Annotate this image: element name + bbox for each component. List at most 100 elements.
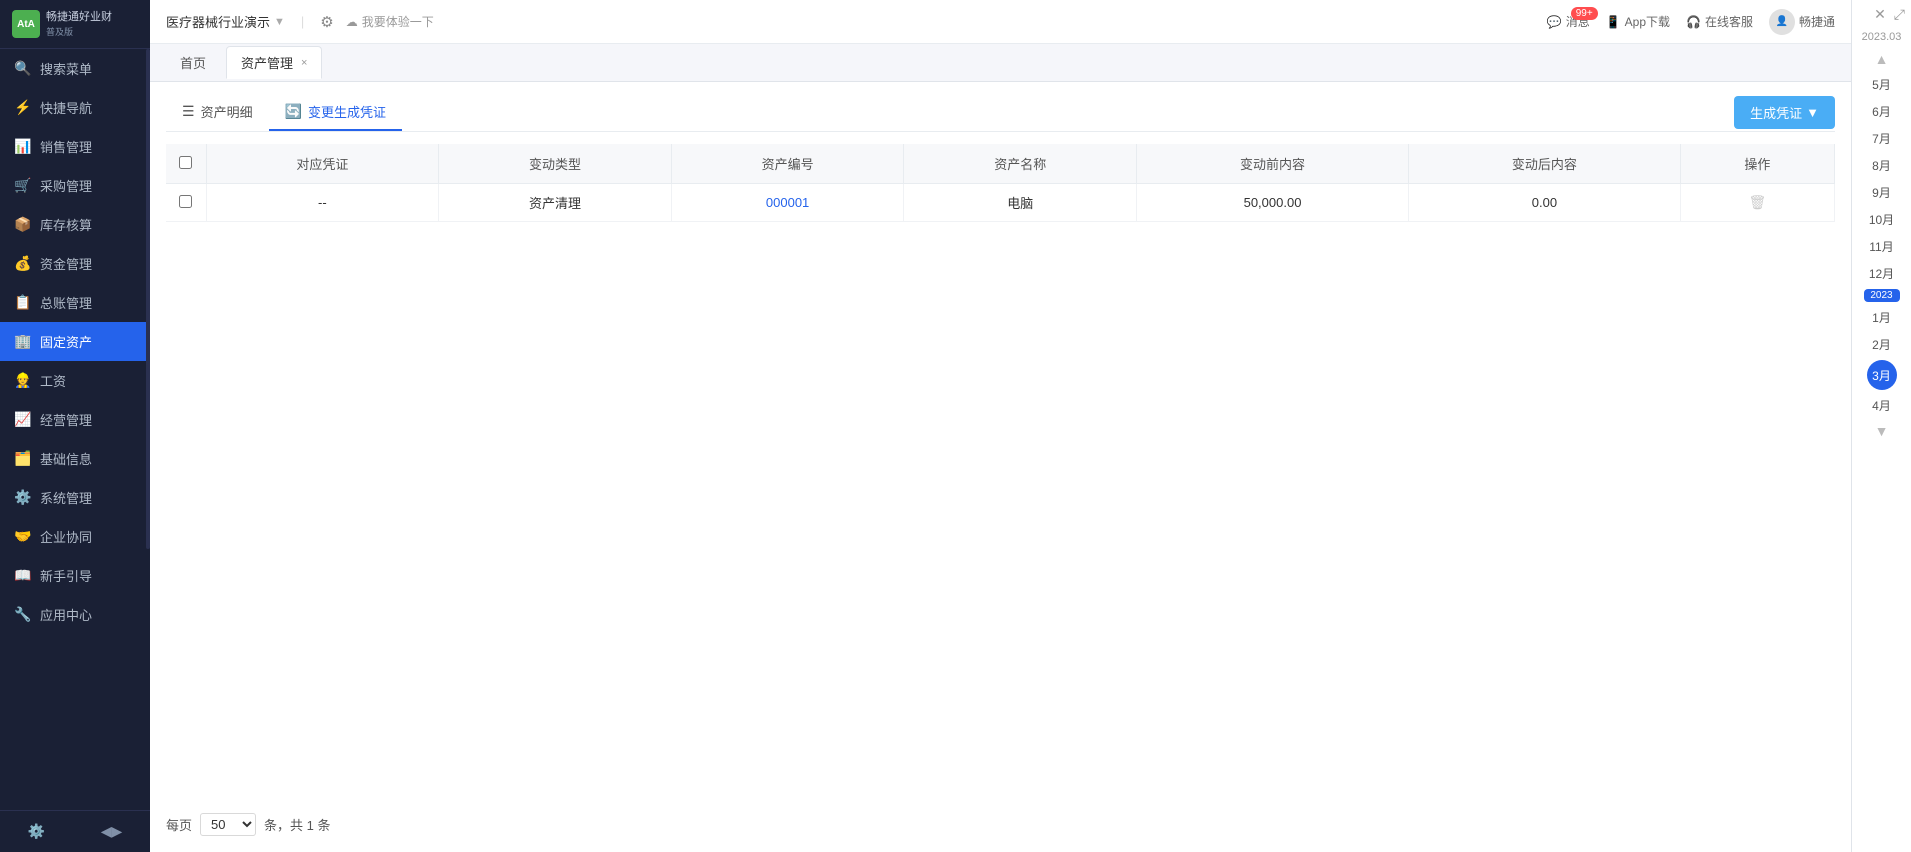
- month-6[interactable]: 6月: [1852, 98, 1911, 125]
- app-name: 畅捷通好业财: [46, 10, 112, 24]
- nav-app-center-label: 应用中心: [40, 605, 92, 624]
- nav-management[interactable]: 📈 经营管理: [0, 400, 150, 439]
- tab-home[interactable]: 首页: [166, 47, 220, 78]
- generate-voucher-btn[interactable]: 生成凭证 ▼: [1734, 96, 1835, 129]
- data-table: 对应凭证 变动类型 资产编号 资产名称 变动前内容 变动后内容 操作 -- 资产…: [166, 144, 1835, 222]
- subtab-asset-detail[interactable]: ☰ 资产明细: [166, 94, 269, 131]
- funds-icon: 💰: [14, 255, 32, 272]
- basic-info-icon: 🗂️: [14, 450, 32, 467]
- month-12[interactable]: 12月: [1852, 260, 1911, 287]
- nav-inventory[interactable]: 📦 库存核算: [0, 205, 150, 244]
- month-9[interactable]: 9月: [1852, 179, 1911, 206]
- col-header-voucher: 对应凭证: [206, 144, 439, 184]
- nav-basic-info-label: 基础信息: [40, 449, 92, 468]
- nav-guide[interactable]: 📖 新手引导: [0, 556, 150, 595]
- delete-btn[interactable]: 🗑: [1749, 194, 1767, 210]
- sidebar-bottom: ⚙️ ◀▶: [0, 810, 150, 852]
- nav-system[interactable]: ⚙️ 系统管理: [0, 478, 150, 517]
- row-action: 🗑: [1680, 184, 1834, 222]
- per-page-label: 每页: [166, 815, 192, 834]
- settings-gear-icon[interactable]: ⚙: [320, 13, 333, 31]
- sub-tabs: ☰ 资产明细 🔄 变更生成凭证 生成凭证 ▼: [166, 94, 1835, 132]
- app-download-label: App下载: [1625, 13, 1670, 30]
- nav-sales[interactable]: 📊 销售管理: [0, 127, 150, 166]
- generate-voucher-label: 生成凭证: [1750, 103, 1802, 122]
- demo-btn[interactable]: ☁ 我要体验一下: [346, 13, 434, 30]
- row-checkbox-cell[interactable]: [166, 184, 206, 222]
- data-table-wrap: 对应凭证 变动类型 资产编号 资产名称 变动前内容 变动后内容 操作 -- 资产…: [166, 144, 1835, 803]
- nav-purchase[interactable]: 🛒 采购管理: [0, 166, 150, 205]
- nav-fixed-assets-label: 固定资产: [40, 332, 92, 351]
- app-edition: 普及版: [46, 25, 112, 38]
- tab-asset-management[interactable]: 资产管理 ×: [226, 46, 322, 79]
- nav-list: 🔍 搜索菜单 ⚡ 快捷导航 📊 销售管理 🛒 采购管理 📦 库存核算 💰 资金管…: [0, 49, 150, 810]
- app-center-icon: 🔧: [14, 606, 32, 623]
- month-10[interactable]: 10月: [1852, 206, 1911, 233]
- company-selector[interactable]: 医疗器械行业演示 ▼: [166, 12, 285, 31]
- system-icon: ⚙️: [14, 489, 32, 506]
- nav-quick[interactable]: ⚡ 快捷导航: [0, 88, 150, 127]
- row-asset-name: 电脑: [904, 184, 1137, 222]
- nav-salary[interactable]: 👷 工资: [0, 361, 150, 400]
- phone-icon: 📱: [1606, 15, 1621, 29]
- nav-search[interactable]: 🔍 搜索菜单: [0, 49, 150, 88]
- subtab-change-voucher[interactable]: 🔄 变更生成凭证: [269, 94, 402, 131]
- collapse-btn[interactable]: ◀▶: [93, 819, 131, 844]
- nav-funds[interactable]: 💰 资金管理: [0, 244, 150, 283]
- nav-purchase-label: 采购管理: [40, 176, 92, 195]
- message-icon: 💬: [1547, 15, 1562, 29]
- tab-asset-label: 资产管理: [241, 53, 293, 72]
- customer-service-btn[interactable]: 🎧 在线客服: [1686, 13, 1753, 30]
- select-all-header[interactable]: [166, 144, 206, 184]
- col-header-before: 变动前内容: [1137, 144, 1409, 184]
- month-1[interactable]: 1月: [1852, 304, 1911, 331]
- month-4[interactable]: 4月: [1852, 392, 1911, 419]
- nav-app-center[interactable]: 🔧 应用中心: [0, 595, 150, 634]
- col-header-asset-code: 资产编号: [671, 144, 904, 184]
- settings-btn[interactable]: ⚙️: [20, 819, 53, 844]
- sidebar: AtA 畅捷通好业财 普及版 🔍 搜索菜单 ⚡ 快捷导航 📊 销售管理 🛒 采购…: [0, 0, 150, 852]
- scroll-down-btn[interactable]: ▼: [1871, 419, 1893, 443]
- quick-icon: ⚡: [14, 99, 32, 116]
- app-download-btn[interactable]: 📱 App下载: [1606, 13, 1670, 30]
- page-content: ☰ 资产明细 🔄 变更生成凭证 生成凭证 ▼: [150, 82, 1851, 852]
- ledger-icon: 📋: [14, 294, 32, 311]
- scroll-up-btn[interactable]: ▲: [1871, 47, 1893, 71]
- nav-ledger[interactable]: 📋 总账管理: [0, 283, 150, 322]
- table-header-row: 对应凭证 变动类型 资产编号 资产名称 变动前内容 变动后内容 操作: [166, 144, 1835, 184]
- message-btn[interactable]: 💬 消息 99+: [1547, 13, 1590, 30]
- month-2[interactable]: 2月: [1852, 331, 1911, 358]
- inventory-icon: 📦: [14, 216, 32, 233]
- nav-funds-label: 资金管理: [40, 254, 92, 273]
- main-content: 医疗器械行业演示 ▼ | ⚙ ☁ 我要体验一下 💬 消息 99+ 📱 App下载…: [150, 0, 1851, 852]
- right-panel: ✕ ⤢ 2023.03 ▲ 5月 6月 7月 8月 9月 10月 11月 12月…: [1851, 0, 1911, 852]
- month-3-active[interactable]: 3月: [1867, 360, 1897, 390]
- col-header-after: 变动后内容: [1408, 144, 1680, 184]
- month-8[interactable]: 8月: [1852, 152, 1911, 179]
- row-checkbox[interactable]: [179, 195, 192, 208]
- topbar-divider: |: [301, 14, 304, 29]
- tab-close-btn[interactable]: ×: [301, 57, 307, 69]
- month-11[interactable]: 11月: [1852, 233, 1911, 260]
- nav-enterprise[interactable]: 🤝 企业协同: [0, 517, 150, 556]
- col-header-asset-name: 资产名称: [904, 144, 1137, 184]
- panel-close-btn[interactable]: ✕: [1872, 4, 1888, 25]
- panel-expand-btn[interactable]: ⤢: [1892, 4, 1907, 25]
- total-label: 条，共 1 条: [264, 815, 330, 834]
- management-icon: 📈: [14, 411, 32, 428]
- enterprise-icon: 🤝: [14, 528, 32, 545]
- nav-fixed-assets[interactable]: 🏢 固定资产: [0, 322, 150, 361]
- page-size-select[interactable]: 10 20 50 100: [200, 813, 256, 836]
- row-before-content: 50,000.00: [1137, 184, 1409, 222]
- user-profile[interactable]: 👤 畅捷通: [1769, 9, 1835, 35]
- month-5[interactable]: 5月: [1852, 71, 1911, 98]
- topbar: 医疗器械行业演示 ▼ | ⚙ ☁ 我要体验一下 💬 消息 99+ 📱 App下载…: [150, 0, 1851, 44]
- nav-management-label: 经营管理: [40, 410, 92, 429]
- list-icon: ☰: [182, 103, 195, 120]
- nav-basic-info[interactable]: 🗂️ 基础信息: [0, 439, 150, 478]
- headset-icon: 🎧: [1686, 15, 1701, 29]
- month-7[interactable]: 7月: [1852, 125, 1911, 152]
- nav-system-label: 系统管理: [40, 488, 92, 507]
- col-header-action: 操作: [1680, 144, 1834, 184]
- select-all-checkbox[interactable]: [179, 156, 192, 169]
